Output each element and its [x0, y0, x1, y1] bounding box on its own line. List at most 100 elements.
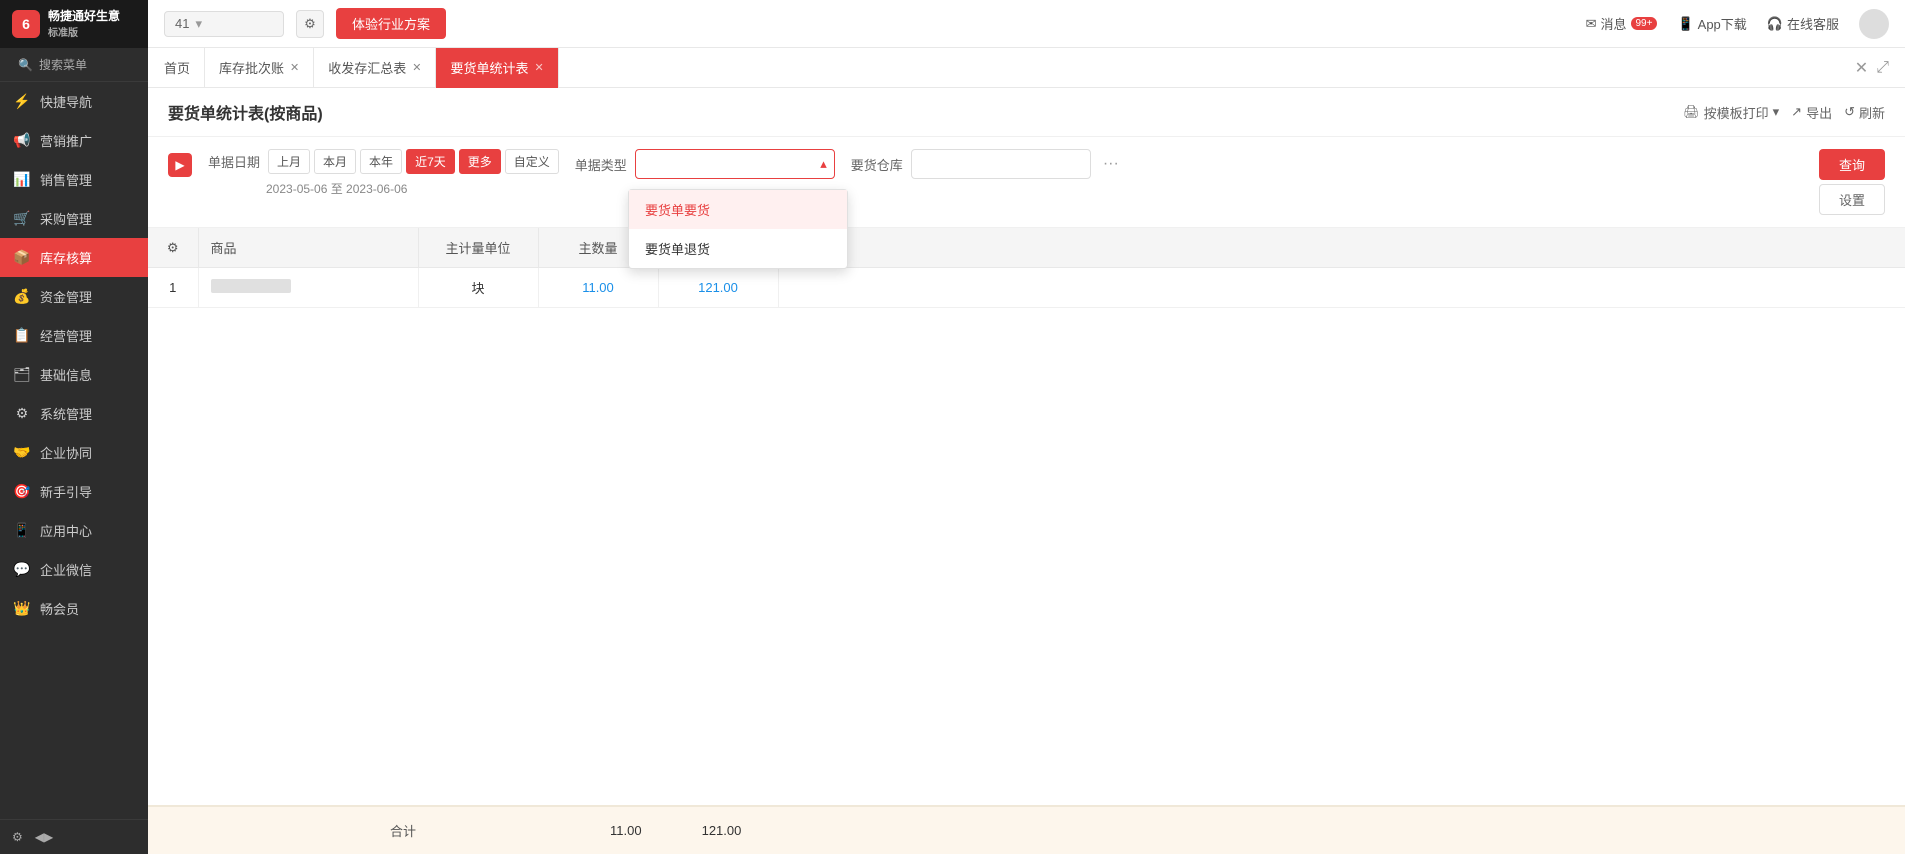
- members-icon: 👑: [12, 600, 32, 617]
- filter-more-icon[interactable]: ···: [1103, 149, 1119, 179]
- refresh-label: 刷新: [1859, 103, 1885, 122]
- export-button[interactable]: ↗ 导出: [1791, 103, 1832, 122]
- system-icon: ⚙: [12, 405, 32, 422]
- header-right: ✉ 消息 99+ 📱 App下载 🎧 在线客服: [1586, 9, 1889, 39]
- date-filter-group: 单据日期 上月 本月 本年 近7天 更多 自定义: [208, 149, 559, 174]
- sidebar-item-label: 营销推广: [40, 131, 92, 150]
- headset-icon: 🎧: [1767, 16, 1783, 32]
- total-amount: 121.00: [702, 823, 742, 838]
- total-qty: 11.00: [610, 823, 642, 838]
- tab-receive-summary[interactable]: 收发存汇总表 ✕: [314, 48, 436, 88]
- sidebar-item-quick-nav[interactable]: ⚡ 快捷导航: [0, 82, 148, 121]
- expand-tab-icon[interactable]: ⤢: [1876, 59, 1889, 77]
- settings-icon[interactable]: ⚙: [12, 830, 23, 844]
- sidebar-item-basic-info[interactable]: 🗂 基础信息: [0, 355, 148, 394]
- tab-home-label: 首页: [164, 58, 190, 77]
- search-menu-label: 搜索菜单: [39, 56, 87, 73]
- company-name: 41: [175, 16, 189, 31]
- sidebar-item-label: 新手引导: [40, 482, 92, 501]
- sidebar-item-label: 畅会员: [40, 599, 79, 618]
- sidebar-item-label: 企业微信: [40, 560, 92, 579]
- date-option-year[interactable]: 本年: [360, 149, 402, 174]
- cell-index: 1: [148, 268, 198, 308]
- sidebar-item-system[interactable]: ⚙ 系统管理: [0, 394, 148, 433]
- table-settings-icon[interactable]: ⚙: [167, 240, 179, 255]
- print-button[interactable]: 🖨 按模板打印 ▾: [1683, 103, 1779, 122]
- close-all-tabs-icon[interactable]: ✕: [1855, 58, 1868, 78]
- sidebar-item-sales[interactable]: 📊 销售管理: [0, 160, 148, 199]
- app-download-button[interactable]: 📱 App下载: [1677, 14, 1746, 33]
- notification-label: 消息: [1600, 14, 1626, 33]
- dropdown-item-order[interactable]: 要货单要货: [629, 190, 847, 229]
- date-option-last7[interactable]: 近7天: [406, 149, 455, 174]
- sidebar-item-guide[interactable]: 🎯 新手引导: [0, 472, 148, 511]
- chevron-down-icon: ▾: [195, 16, 202, 32]
- company-selector[interactable]: 41 ▾: [164, 11, 284, 37]
- qty-link[interactable]: 11.00: [582, 280, 614, 295]
- table-container: ⚙ 商品 主计量单位 主数量 零售金额 1: [148, 228, 1905, 805]
- sidebar-item-inventory[interactable]: 📦 库存核算: [0, 238, 148, 277]
- filter-bar: ▶ 单据日期 上月 本月 本年 近7天 更多 自定义 2023-05-06 至 …: [148, 137, 1905, 228]
- total-row: 合计 11.00 121.00: [148, 805, 1905, 854]
- tab-home[interactable]: 首页: [164, 48, 205, 88]
- sidebar-item-members[interactable]: 👑 畅会员: [0, 589, 148, 628]
- sidebar-item-enterprise[interactable]: 🤝 企业协同: [0, 433, 148, 472]
- sidebar-item-app-center[interactable]: 📱 应用中心: [0, 511, 148, 550]
- logo-icon: 6: [12, 10, 40, 38]
- sidebar-item-purchase[interactable]: 🛒 采购管理: [0, 199, 148, 238]
- warehouse-label: 要货仓库: [851, 155, 903, 174]
- online-service-label: 在线客服: [1787, 14, 1839, 33]
- header-gear-button[interactable]: ⚙: [296, 10, 324, 38]
- tab-order-summary[interactable]: 要货单统计表 ✕: [436, 48, 558, 88]
- print-label: 按模板打印: [1704, 103, 1769, 122]
- type-select-display[interactable]: [635, 149, 835, 179]
- cell-amount[interactable]: 121.00: [658, 268, 778, 308]
- collapse-icon[interactable]: ◀▶: [35, 830, 53, 844]
- cell-qty[interactable]: 11.00: [538, 268, 658, 308]
- print-chevron-icon: ▾: [1773, 104, 1780, 120]
- date-option-custom[interactable]: 自定义: [505, 149, 559, 174]
- tab-inventory-batch[interactable]: 库存批次账 ✕: [205, 48, 314, 88]
- sidebar-item-label: 采购管理: [40, 209, 92, 228]
- tab-inventory-batch-label: 库存批次账: [219, 58, 284, 77]
- sidebar-item-finance[interactable]: 💰 资金管理: [0, 277, 148, 316]
- date-label: 单据日期: [208, 152, 260, 171]
- col-header-extra: [778, 228, 1905, 268]
- close-tab-inventory-batch-icon[interactable]: ✕: [290, 61, 299, 74]
- date-option-up[interactable]: 上月: [268, 149, 310, 174]
- app-logo: 6 畅捷通好生意 标准版: [0, 0, 148, 48]
- sidebar-item-label: 系统管理: [40, 404, 92, 423]
- gear-icon: ⚙: [304, 16, 316, 32]
- dropdown-item-return[interactable]: 要货单退货: [629, 229, 847, 268]
- page-content: 要货单统计表(按商品) 🖨 按模板打印 ▾ ↗ 导出 ↺ 刷新 ▶: [148, 88, 1905, 854]
- avatar[interactable]: [1859, 9, 1889, 39]
- date-option-current[interactable]: 本月: [314, 149, 356, 174]
- marketing-icon: 📢: [12, 132, 32, 149]
- refresh-button[interactable]: ↺ 刷新: [1844, 103, 1885, 122]
- sidebar-item-wechat[interactable]: 💬 企业微信: [0, 550, 148, 589]
- export-icon: ↗: [1791, 104, 1802, 120]
- warehouse-select[interactable]: [911, 149, 1091, 179]
- filter-toggle-button[interactable]: ▶: [168, 153, 192, 177]
- sidebar-item-operations[interactable]: 📋 经营管理: [0, 316, 148, 355]
- close-tab-order-summary-icon[interactable]: ✕: [535, 61, 544, 74]
- search-icon: 🔍: [18, 58, 33, 72]
- notification-button[interactable]: ✉ 消息 99+: [1586, 14, 1658, 33]
- online-service-button[interactable]: 🎧 在线客服: [1767, 14, 1839, 33]
- col-header-unit: 主计量单位: [418, 228, 538, 268]
- col-header-settings: ⚙: [148, 228, 198, 268]
- close-tab-receive-summary-icon[interactable]: ✕: [412, 61, 421, 74]
- col-header-goods: 商品: [198, 228, 418, 268]
- query-button[interactable]: 查询: [1819, 149, 1885, 180]
- trial-button[interactable]: 体验行业方案: [336, 8, 446, 39]
- basic-info-icon: 🗂: [12, 366, 32, 383]
- date-option-more[interactable]: 更多: [459, 149, 501, 174]
- table-header: ⚙ 商品 主计量单位 主数量 零售金额: [148, 228, 1905, 268]
- amount-link[interactable]: 121.00: [698, 280, 738, 295]
- search-menu-item[interactable]: 🔍 搜索菜单: [0, 48, 148, 82]
- sidebar-item-marketing[interactable]: 📢 营销推广: [0, 121, 148, 160]
- data-table: ⚙ 商品 主计量单位 主数量 零售金额 1: [148, 228, 1905, 308]
- settings-button[interactable]: 设置: [1819, 184, 1885, 215]
- table-row: 1 块 11.00 121.00: [148, 268, 1905, 308]
- finance-icon: 💰: [12, 288, 32, 305]
